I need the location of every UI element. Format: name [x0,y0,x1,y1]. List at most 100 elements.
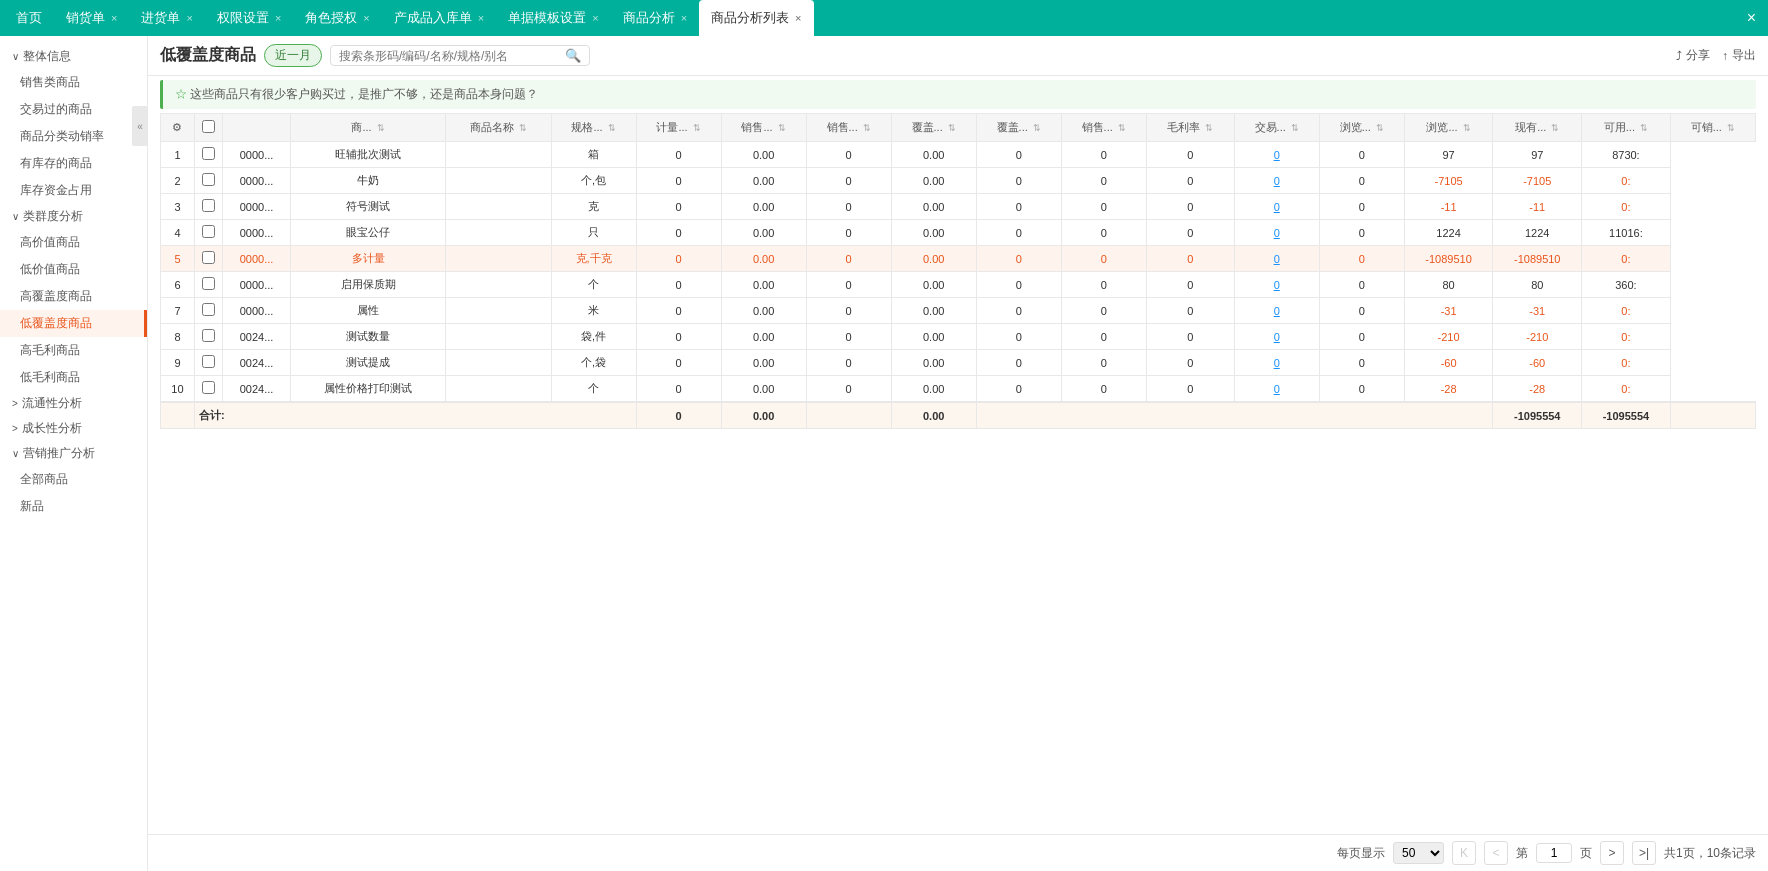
row-checkbox[interactable] [194,376,222,403]
row-browse1: 0 [1234,168,1319,194]
last-page-button[interactable]: >| [1632,841,1656,865]
row-unit: 克,千克 [551,246,636,272]
sidebar-item-low-margin[interactable]: 低毛利商品 [0,364,147,391]
sidebar-item-new-goods[interactable]: 新品 [0,493,147,520]
row-select-checkbox[interactable] [202,329,215,342]
col-name: 商品名称 ⇅ [446,114,552,142]
tab-roles[interactable]: 角色授权 × [293,0,381,36]
close-icon[interactable]: × [275,12,281,24]
row-select-checkbox[interactable] [202,251,215,264]
sidebar-item-stocked-goods[interactable]: 有库存的商品 [0,150,147,177]
sidebar-section-cluster[interactable]: ∨ 类群度分析 [0,204,147,229]
sidebar-item-low-coverage[interactable]: 低覆盖度商品 [0,310,147,337]
row-select-checkbox[interactable] [202,147,215,160]
tab-products[interactable]: 产成品入库单 × [382,0,496,36]
row-select-checkbox[interactable] [202,277,215,290]
close-icon[interactable]: × [592,12,598,24]
row-checkbox[interactable] [194,324,222,350]
chevron-down-icon: ∨ [12,448,19,459]
select-all-checkbox[interactable] [202,120,215,133]
per-page-label: 每页显示 [1337,845,1385,862]
row-checkbox[interactable] [194,142,222,168]
tab-analysis-list[interactable]: 商品分析列表 × [699,0,813,36]
row-select-checkbox[interactable] [202,173,215,186]
col-browse1: 浏览... ⇅ [1319,114,1404,142]
row-trade: 0 [1146,272,1234,298]
row-code: 0000... [222,298,290,324]
row-trade: 0 [1146,376,1234,403]
row-sales-amt: 0.00 [721,220,806,246]
row-sales-qty: 0 [636,246,721,272]
col-available: 可用... ⇅ [1582,114,1671,142]
row-spec [446,350,552,376]
row-margin: 0 [1061,298,1146,324]
chevron-right-icon: > [12,423,18,434]
close-icon[interactable]: × [186,12,192,24]
row-spec [446,142,552,168]
sidebar-item-high-value[interactable]: 高价值商品 [0,229,147,256]
per-page-select[interactable]: 50 20 100 200 [1393,842,1444,864]
sidebar-item-traded-goods[interactable]: 交易过的商品 [0,96,147,123]
sidebar-section-growth[interactable]: > 成长性分析 [0,416,147,441]
sidebar-item-category-rate[interactable]: 商品分类动销率 [0,123,147,150]
window-close-button[interactable]: × [1739,9,1764,27]
row-trade: 0 [1146,142,1234,168]
share-button[interactable]: ⤴ 分享 [1676,47,1710,64]
row-checkbox[interactable] [194,220,222,246]
sidebar-section-overall[interactable]: ∨ 整体信息 [0,44,147,69]
sidebar-item-low-value[interactable]: 低价值商品 [0,256,147,283]
close-icon[interactable]: × [478,12,484,24]
alert-icon: ☆ [175,87,187,101]
row-select-checkbox[interactable] [202,303,215,316]
row-sales-amt: 0.00 [721,272,806,298]
sidebar-section-marketing[interactable]: ∨ 营销推广分析 [0,441,147,466]
row-number: 3 [161,194,195,220]
sidebar-item-high-coverage[interactable]: 高覆盖度商品 [0,283,147,310]
row-select-checkbox[interactable] [202,381,215,394]
row-select-checkbox[interactable] [202,199,215,212]
sidebar-item-stock-capital[interactable]: 库存资金占用 [0,177,147,204]
filter-recent-month-button[interactable]: 近一月 [264,44,322,67]
settings-column-header[interactable]: ⚙ [161,114,195,142]
close-icon[interactable]: × [363,12,369,24]
sidebar-item-all-goods[interactable]: 全部商品 [0,466,147,493]
row-coverage1: 0 [806,220,891,246]
page-number-input[interactable] [1536,843,1572,863]
row-browse2: 0 [1319,376,1404,403]
row-code: 0000... [222,246,290,272]
tab-purchase[interactable]: 进货单 × [129,0,204,36]
close-icon[interactable]: × [111,12,117,24]
next-page-button[interactable]: > [1600,841,1624,865]
export-button[interactable]: ↑ 导出 [1722,47,1756,64]
tab-sales[interactable]: 销货单 × [54,0,129,36]
search-input[interactable] [339,49,565,63]
row-checkbox[interactable] [194,246,222,272]
row-select-checkbox[interactable] [202,355,215,368]
row-available: 97 [1493,142,1582,168]
tab-home[interactable]: 首页 [4,0,54,36]
tab-analysis[interactable]: 商品分析 × [611,0,699,36]
row-select-checkbox[interactable] [202,225,215,238]
tab-permissions[interactable]: 权限设置 × [205,0,293,36]
row-checkbox[interactable] [194,298,222,324]
close-icon[interactable]: × [795,12,801,24]
sidebar-section-flow[interactable]: > 流通性分析 [0,391,147,416]
sidebar-item-sales-goods[interactable]: 销售类商品 [0,69,147,96]
prev-page-button[interactable]: < [1484,841,1508,865]
settings-icon[interactable]: ⚙ [172,121,182,133]
row-checkbox[interactable] [194,194,222,220]
row-sales3: 0 [976,194,1061,220]
row-coverage2: 0.00 [891,324,976,350]
row-coverage1: 0 [806,298,891,324]
row-unit: 袋,件 [551,324,636,350]
first-page-button[interactable]: K [1452,841,1476,865]
col-coverage1: 覆盖... ⇅ [891,114,976,142]
close-icon[interactable]: × [681,12,687,24]
sidebar-collapse-button[interactable]: « [132,106,148,146]
row-checkbox[interactable] [194,350,222,376]
tab-templates[interactable]: 单据模板设置 × [496,0,610,36]
row-checkbox[interactable] [194,272,222,298]
search-icon[interactable]: 🔍 [565,48,581,63]
sidebar-item-high-margin[interactable]: 高毛利商品 [0,337,147,364]
row-checkbox[interactable] [194,168,222,194]
